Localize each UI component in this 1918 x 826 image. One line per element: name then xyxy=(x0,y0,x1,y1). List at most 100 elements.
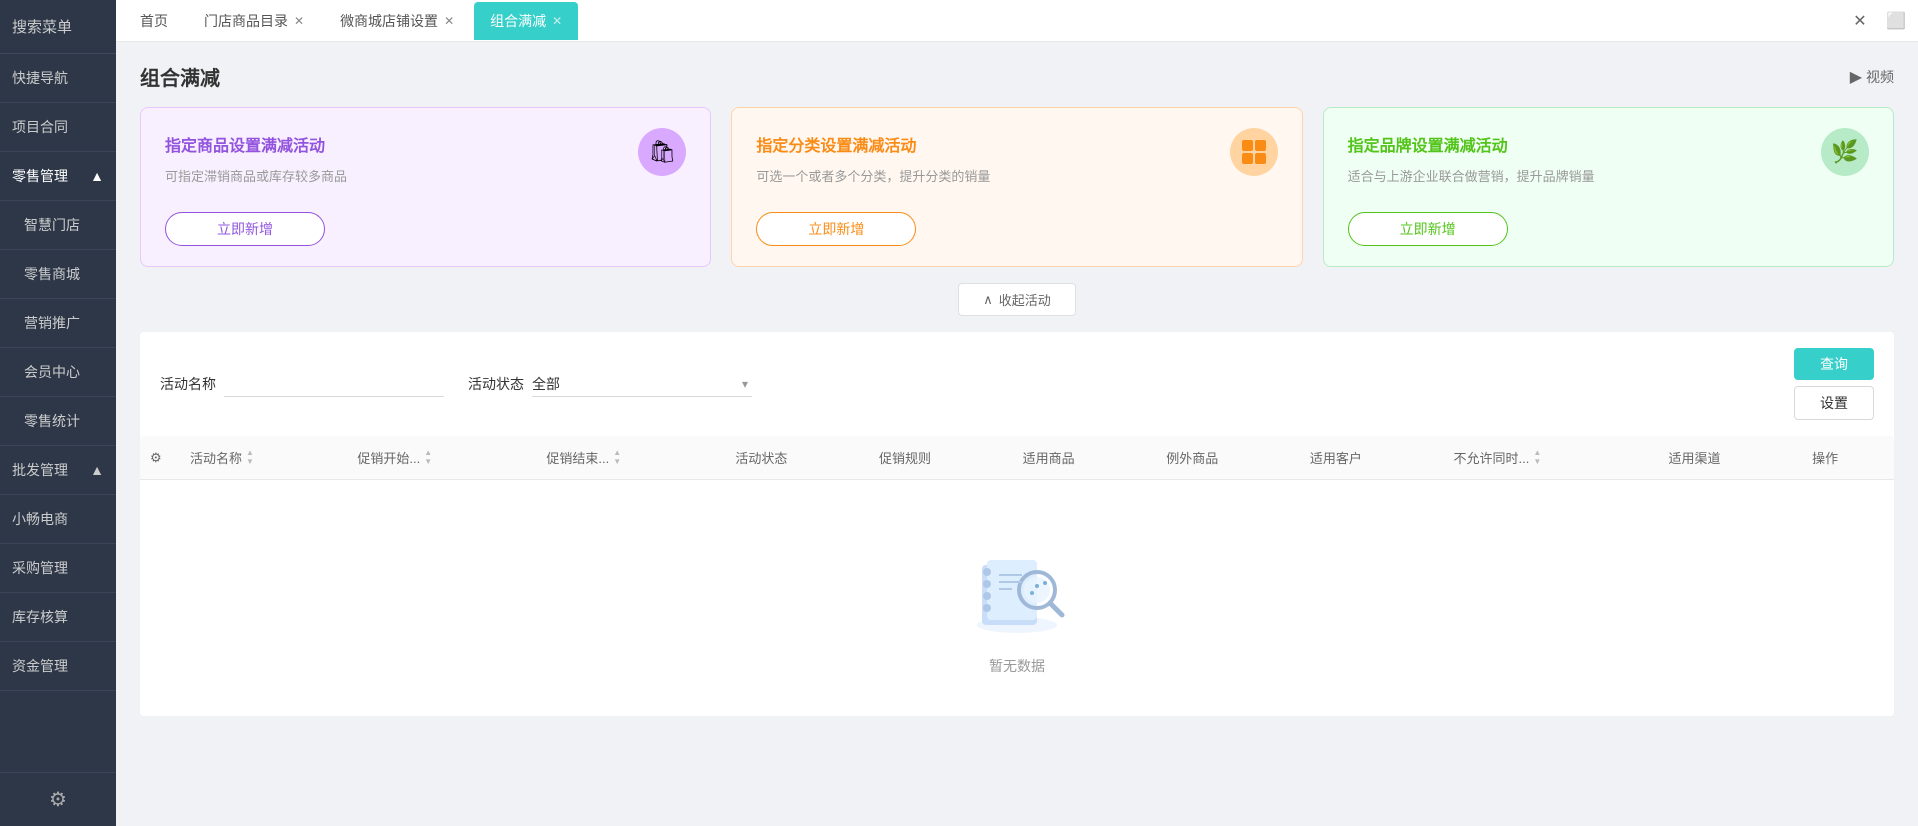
tab-close-wechat-store[interactable]: ✕ xyxy=(444,14,454,28)
collapse-up-icon: ∧ xyxy=(983,292,993,308)
tabbar-actions: ✕ ⬜ xyxy=(1846,7,1910,35)
th-no-concurrent: 不允许同时... ▲ ▼ xyxy=(1444,436,1659,480)
filter-status: 活动状态 全部进行中已结束未开始 ▾ xyxy=(468,372,752,397)
sidebar-item-retail-mall[interactable]: 零售商城 xyxy=(0,250,116,299)
activity-status-select[interactable]: 全部进行中已结束未开始 xyxy=(532,376,748,392)
th-applicable-channel: 适用渠道 xyxy=(1658,436,1802,480)
sidebar-item-marketing[interactable]: 营销推广 xyxy=(0,299,116,348)
empty-icon xyxy=(957,540,1077,640)
activity-card-product: 🛍 指定商品设置满减活动 可指定滞销商品或库存较多商品 立即新增 xyxy=(140,107,711,267)
th-promo-end-label: 促销结束... xyxy=(546,448,609,467)
sort-up-icon[interactable]: ▲ xyxy=(1533,449,1541,457)
th-activity-name-label: 活动名称 xyxy=(190,448,242,467)
sidebar-item-quick-nav[interactable]: 快捷导航 xyxy=(0,54,116,103)
th-applicable-customers: 适用客户 xyxy=(1300,436,1444,480)
sidebar-search[interactable]: 搜索菜单 xyxy=(0,0,116,54)
card-icon-category xyxy=(1230,128,1278,176)
th-no-concurrent-label: 不允许同时... xyxy=(1454,448,1530,467)
sort-down-icon[interactable]: ▼ xyxy=(613,458,621,466)
table-header-row: ⚙ 活动名称 ▲ ▼ xyxy=(140,436,1894,480)
sort-down-icon[interactable]: ▼ xyxy=(424,458,432,466)
filter-name: 活动名称 xyxy=(160,372,444,397)
sidebar: 搜索菜单 快捷导航 项目合同 零售管理 ▲ 智慧门店 零售商城 营销推广 会员中… xyxy=(0,0,116,826)
data-table: ⚙ 活动名称 ▲ ▼ xyxy=(140,436,1894,480)
main-area: 首页 门店商品目录 ✕ 微商城店铺设置 ✕ 组合满减 ✕ ✕ ⬜ 组合满减 ▶ … xyxy=(116,0,1918,826)
page-header: 组合满减 ▶ 视频 xyxy=(140,62,1894,91)
tabbar: 首页 门店商品目录 ✕ 微商城店铺设置 ✕ 组合满减 ✕ ✕ ⬜ xyxy=(116,0,1918,42)
activity-cards: 🛍 指定商品设置满减活动 可指定滞销商品或库存较多商品 立即新增 指定分类设置满… xyxy=(140,107,1894,267)
filter-status-label: 活动状态 xyxy=(468,374,524,394)
card-title-product: 指定商品设置满减活动 xyxy=(165,132,686,156)
sort-down-icon[interactable]: ▼ xyxy=(1533,458,1541,466)
th-operations-label: 操作 xyxy=(1812,451,1838,466)
tab-combo-discount[interactable]: 组合满减 ✕ xyxy=(474,2,578,40)
th-applicable-customers-label: 适用客户 xyxy=(1310,451,1362,466)
empty-state: 暂无数据 xyxy=(140,480,1894,716)
collapse-activity-button[interactable]: ∧ 收起活动 xyxy=(958,283,1076,316)
card-desc-category: 可选一个或者多个分类，提升分类的销量 xyxy=(756,166,1277,192)
sort-down-icon[interactable]: ▼ xyxy=(246,458,254,466)
filter-actions: 查询 设置 xyxy=(1794,348,1874,420)
sidebar-item-inventory-calc[interactable]: 库存核算 xyxy=(0,593,116,642)
video-play-icon: ▶ xyxy=(1850,67,1862,87)
th-activity-status: 活动状态 xyxy=(725,436,869,480)
settings-button[interactable]: 设置 xyxy=(1794,386,1874,420)
sidebar-item-retail-mgmt[interactable]: 零售管理 ▲ xyxy=(0,152,116,201)
th-promo-start-label: 促销开始... xyxy=(357,448,420,467)
content-area: 组合满减 ▶ 视频 🛍 指定商品设置满减活动 可指定滞销商品或库存较多商品 立即… xyxy=(116,42,1918,826)
th-promo-end: 促销结束... ▲ ▼ xyxy=(536,436,725,480)
tab-store-catalog[interactable]: 门店商品目录 ✕ xyxy=(188,2,320,40)
sidebar-item-purchase-mgmt[interactable]: 采购管理 xyxy=(0,544,116,593)
activity-name-input[interactable] xyxy=(224,372,444,397)
th-settings[interactable]: ⚙ xyxy=(140,436,180,480)
activity-card-brand: 🌿 指定品牌设置满减活动 适合与上游企业联合做营销，提升品牌销量 立即新增 xyxy=(1323,107,1894,267)
th-promo-start: 促销开始... ▲ ▼ xyxy=(347,436,536,480)
page-title: 组合满减 xyxy=(140,62,220,91)
card-icon-brand: 🌿 xyxy=(1821,128,1869,176)
tab-close-store-catalog[interactable]: ✕ xyxy=(294,14,304,28)
tab-home[interactable]: 首页 xyxy=(124,2,184,40)
card-desc-brand: 适合与上游企业联合做营销，提升品牌销量 xyxy=(1348,166,1869,192)
gear-icon: ⚙ xyxy=(150,450,162,465)
video-link[interactable]: ▶ 视频 xyxy=(1850,67,1894,87)
sidebar-item-retail-stats[interactable]: 零售统计 xyxy=(0,397,116,446)
add-brand-activity-button[interactable]: 立即新增 xyxy=(1348,212,1508,246)
close-window-button[interactable]: ✕ xyxy=(1846,7,1874,35)
card-title-brand: 指定品牌设置满减活动 xyxy=(1348,132,1869,156)
sort-up-icon[interactable]: ▲ xyxy=(246,449,254,457)
tab-close-combo-discount[interactable]: ✕ xyxy=(552,14,562,28)
sort-up-icon[interactable]: ▲ xyxy=(613,449,621,457)
query-button[interactable]: 查询 xyxy=(1794,348,1874,380)
empty-text: 暂无数据 xyxy=(140,656,1894,676)
tab-wechat-store[interactable]: 微商城店铺设置 ✕ xyxy=(324,2,470,40)
sidebar-bottom: ⚙ xyxy=(0,772,116,826)
sidebar-item-project-contract[interactable]: 项目合同 xyxy=(0,103,116,152)
sidebar-item-wholesale-mgmt[interactable]: 批发管理 ▲ xyxy=(0,446,116,495)
filter-bar: 活动名称 活动状态 全部进行中已结束未开始 ▾ 查询 设置 xyxy=(140,332,1894,436)
th-promo-rules-label: 促销规则 xyxy=(879,451,931,466)
add-category-activity-button[interactable]: 立即新增 xyxy=(756,212,916,246)
th-operations: 操作 xyxy=(1802,436,1894,480)
settings-icon[interactable]: ⚙ xyxy=(49,787,67,812)
th-applicable-channel-label: 适用渠道 xyxy=(1668,451,1720,466)
add-product-activity-button[interactable]: 立即新增 xyxy=(165,212,325,246)
th-promo-rules: 促销规则 xyxy=(869,436,1013,480)
filter-table-block: 活动名称 活动状态 全部进行中已结束未开始 ▾ 查询 设置 xyxy=(140,332,1894,716)
th-activity-name: 活动名称 ▲ ▼ xyxy=(180,436,347,480)
card-desc-product: 可指定滞销商品或库存较多商品 xyxy=(165,166,686,192)
sidebar-item-xiaobo-ecom[interactable]: 小畅电商 xyxy=(0,495,116,544)
th-applicable-goods-label: 适用商品 xyxy=(1023,451,1075,466)
th-excluded-goods-label: 例外商品 xyxy=(1166,451,1218,466)
maximize-window-button[interactable]: ⬜ xyxy=(1882,7,1910,35)
filter-name-label: 活动名称 xyxy=(160,374,216,394)
sort-up-icon[interactable]: ▲ xyxy=(424,449,432,457)
table-head: ⚙ 活动名称 ▲ ▼ xyxy=(140,436,1894,480)
sidebar-item-fund-mgmt[interactable]: 资金管理 xyxy=(0,642,116,691)
th-excluded-goods: 例外商品 xyxy=(1156,436,1300,480)
sidebar-item-smart-store[interactable]: 智慧门店 xyxy=(0,201,116,250)
collapse-bar: ∧ 收起活动 xyxy=(140,283,1894,316)
sidebar-item-member-center[interactable]: 会员中心 xyxy=(0,348,116,397)
th-applicable-goods: 适用商品 xyxy=(1013,436,1157,480)
card-title-category: 指定分类设置满减活动 xyxy=(756,132,1277,156)
card-icon-product: 🛍 xyxy=(638,128,686,176)
